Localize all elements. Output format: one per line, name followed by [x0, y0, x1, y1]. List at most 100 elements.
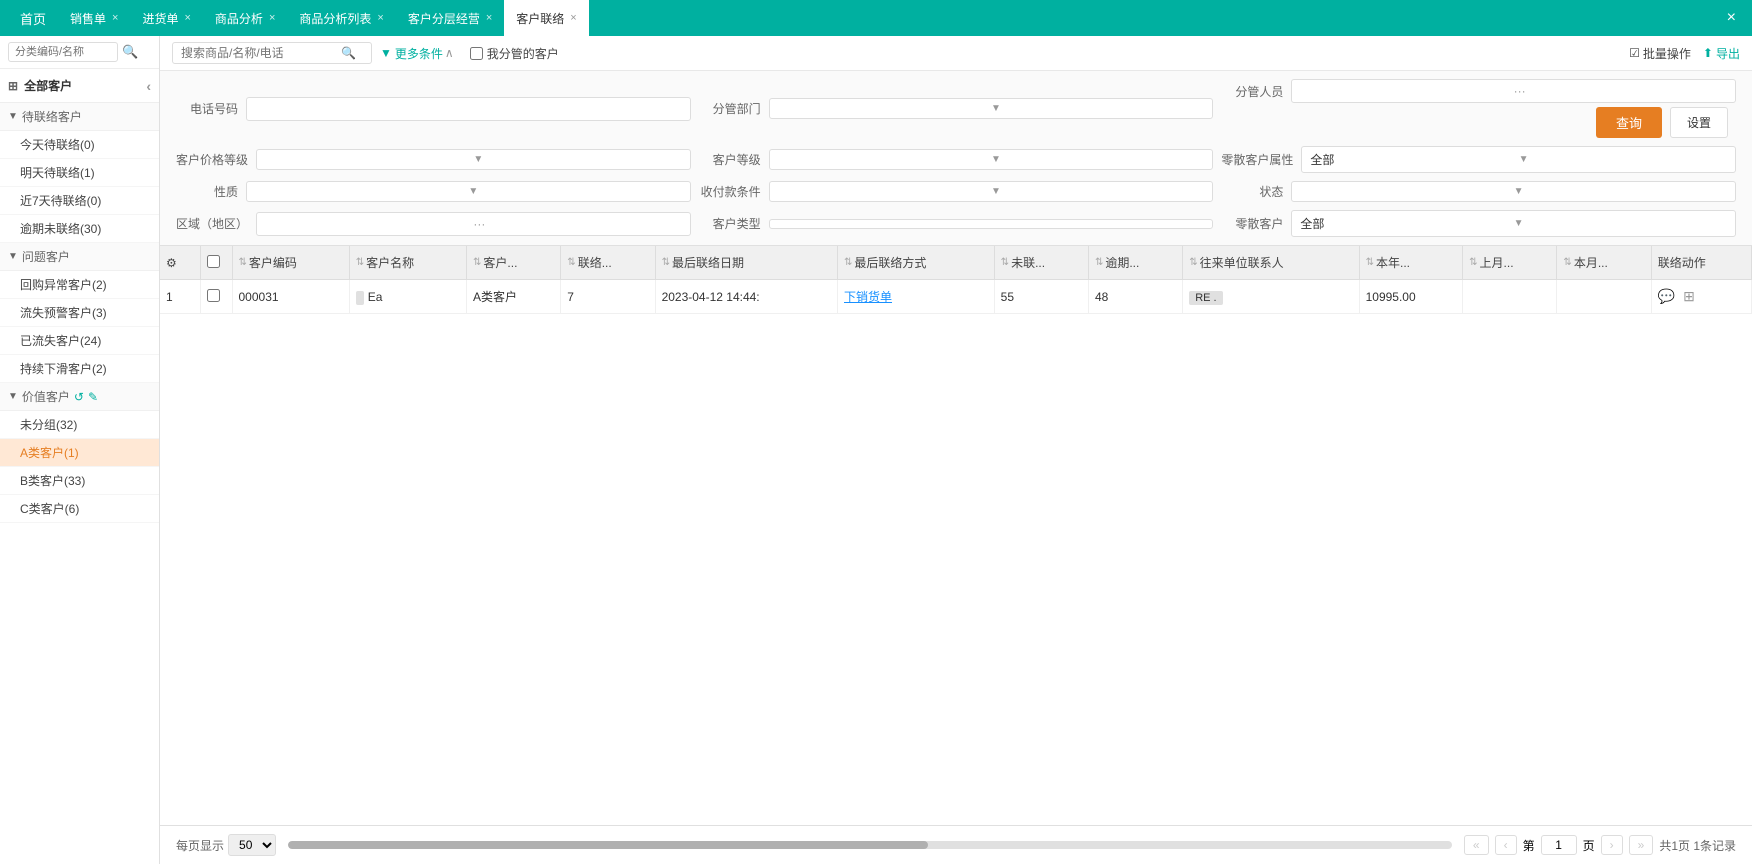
retail-customer-select[interactable]: 全部 ▼: [1291, 210, 1736, 237]
filter-search-box[interactable]: 🔍: [172, 42, 372, 64]
search-input[interactable]: [181, 46, 341, 60]
region-select[interactable]: ···: [256, 212, 691, 236]
edit-icon[interactable]: ✎: [88, 390, 98, 404]
select-all-checkbox[interactable]: [207, 255, 220, 268]
sidebar-item-7days[interactable]: 近7天待联络(0): [0, 187, 159, 215]
nature-select[interactable]: ▼: [246, 181, 691, 202]
th-no-contact-days[interactable]: ⇅ 未联...: [994, 246, 1088, 280]
sort-icon5: ⇅: [662, 257, 670, 268]
sidebar-item-c-class[interactable]: C类客户(6): [0, 495, 159, 523]
row-actions-cell: 💬 ⊞: [1651, 280, 1751, 314]
th-name[interactable]: ⇅ 客户名称: [349, 246, 466, 280]
sidebar-search-icon[interactable]: 🔍: [122, 44, 138, 60]
payment-select[interactable]: ▼: [769, 181, 1214, 202]
row-unit-contact: RE .: [1183, 280, 1359, 314]
sidebar-all-customers[interactable]: ⊞ 全部客户 ‹: [0, 69, 159, 103]
sort-icon8: ⇅: [1095, 257, 1103, 268]
sidebar-item-declining[interactable]: 持续下滑客户(2): [0, 355, 159, 383]
th-unit-contact[interactable]: ⇅ 往来单位联系人: [1183, 246, 1359, 280]
sidebar-collapse-button[interactable]: ‹: [146, 78, 151, 94]
th-settings[interactable]: ⚙: [160, 246, 200, 280]
grid-icon: ⊞: [8, 79, 18, 93]
page-number-input[interactable]: [1541, 835, 1577, 855]
th-this-month[interactable]: ⇅ 本月...: [1557, 246, 1651, 280]
page-size-select[interactable]: 50: [228, 834, 276, 856]
sidebar-item-repurchase-abnormal[interactable]: 回购异常客户(2): [0, 271, 159, 299]
chat-button[interactable]: 💬: [1658, 288, 1675, 305]
sidebar-item-overdue[interactable]: 逾期未联络(30): [0, 215, 159, 243]
th-customer-type[interactable]: ⇅ 客户...: [467, 246, 561, 280]
next-page-button[interactable]: ›: [1601, 835, 1623, 855]
sidebar-item-churn-warning[interactable]: 流失预警客户(3): [0, 299, 159, 327]
refresh-icon[interactable]: ↺: [74, 390, 84, 404]
window-close-button[interactable]: ×: [1719, 9, 1744, 27]
sidebar-item-a-class[interactable]: A类客户(1): [0, 439, 159, 467]
scrollbar-area[interactable]: [288, 841, 1452, 849]
close-analysis-list-tab[interactable]: ×: [377, 12, 383, 24]
assignee-select[interactable]: ···: [1291, 79, 1736, 103]
nature-label: 性质: [176, 183, 246, 200]
status-label: 状态: [1221, 183, 1291, 200]
customer-level-select[interactable]: ▼: [769, 149, 1214, 170]
close-analysis-tab[interactable]: ×: [269, 12, 275, 24]
sidebar-item-tomorrow[interactable]: 明天待联络(1): [0, 159, 159, 187]
contact-method-link[interactable]: 下销货单: [844, 290, 892, 304]
status-select[interactable]: ▼: [1291, 181, 1736, 202]
retail-attr-label: 零散客户属性: [1221, 151, 1301, 168]
qrcode-button[interactable]: ⊞: [1683, 288, 1695, 305]
sidebar-pending-contact-group[interactable]: ▼ 待联络客户: [0, 103, 159, 131]
export-button[interactable]: ⬆ 导出: [1703, 45, 1740, 62]
th-overdue-days[interactable]: ⇅ 逾期...: [1088, 246, 1182, 280]
th-last-contact-method[interactable]: ⇅ 最后联络方式: [838, 246, 995, 280]
nav-tab-sales[interactable]: 销售单 ×: [58, 0, 130, 36]
search-icon[interactable]: 🔍: [341, 46, 356, 60]
arrow-down-icon: ▼: [8, 111, 18, 122]
retail-attr-arrow: ▼: [1519, 154, 1727, 165]
dept-select[interactable]: ▼: [769, 98, 1214, 119]
close-purchase-tab[interactable]: ×: [184, 12, 190, 24]
price-level-select[interactable]: ▼: [256, 149, 691, 170]
phone-label: 电话号码: [176, 100, 246, 117]
th-code[interactable]: ⇅ 客户编码: [232, 246, 349, 280]
row-checkbox[interactable]: [207, 289, 220, 302]
sort-icon3: ⇅: [473, 257, 481, 268]
settings-button[interactable]: 设置: [1670, 107, 1728, 138]
th-contact-count[interactable]: ⇅ 联络...: [561, 246, 655, 280]
nav-tab-analysis-list[interactable]: 商品分析列表 ×: [287, 0, 395, 36]
sidebar-search-input[interactable]: [8, 42, 118, 62]
sidebar-value-customers-group[interactable]: ▼ 价值客户 ↺ ✎: [0, 383, 159, 411]
nav-tab-customer-contact[interactable]: 客户联络 ×: [504, 0, 588, 36]
close-segment-tab[interactable]: ×: [486, 12, 492, 24]
my-customers-check[interactable]: [470, 47, 483, 60]
th-this-year[interactable]: ⇅ 本年...: [1359, 246, 1463, 280]
settings-icon[interactable]: ⚙: [166, 256, 177, 270]
th-checkbox[interactable]: [200, 246, 232, 280]
sidebar-item-unclassified[interactable]: 未分组(32): [0, 411, 159, 439]
customer-level-label: 客户等级: [699, 151, 769, 168]
nav-tab-purchase[interactable]: 进货单 ×: [130, 0, 202, 36]
nav-tab-customer-segment[interactable]: 客户分层经营 ×: [396, 0, 504, 36]
sort-icon7: ⇅: [1001, 257, 1009, 268]
close-contact-tab[interactable]: ×: [570, 12, 576, 24]
query-button[interactable]: 查询: [1596, 107, 1662, 138]
my-customers-checkbox[interactable]: 我分管的客户: [470, 45, 559, 62]
customer-type-select[interactable]: [769, 219, 1214, 229]
sidebar-item-today[interactable]: 今天待联络(0): [0, 131, 159, 159]
sidebar-item-churned[interactable]: 已流失客户(24): [0, 327, 159, 355]
nav-home[interactable]: 首页: [8, 0, 58, 36]
prev-page-button[interactable]: ‹: [1495, 835, 1517, 855]
batch-operation-button[interactable]: ☑ 批量操作: [1629, 45, 1691, 62]
nav-tab-analysis[interactable]: 商品分析 ×: [203, 0, 287, 36]
sidebar-item-b-class[interactable]: B类客户(33): [0, 467, 159, 495]
phone-input[interactable]: [246, 97, 691, 121]
assignee-label: 分管人员: [1221, 83, 1291, 100]
more-conditions-button[interactable]: ▼ 更多条件 ∧: [380, 45, 454, 62]
retail-attr-select[interactable]: 全部 ▼: [1301, 146, 1736, 173]
th-last-month[interactable]: ⇅ 上月...: [1463, 246, 1557, 280]
last-page-button[interactable]: »: [1629, 835, 1654, 855]
sidebar-problem-customers-group[interactable]: ▼ 问题客户: [0, 243, 159, 271]
th-last-contact-date[interactable]: ⇅ 最后联络日期: [655, 246, 837, 280]
close-sales-tab[interactable]: ×: [112, 12, 118, 24]
sort-icon9: ⇅: [1189, 257, 1197, 268]
first-page-button[interactable]: «: [1464, 835, 1489, 855]
